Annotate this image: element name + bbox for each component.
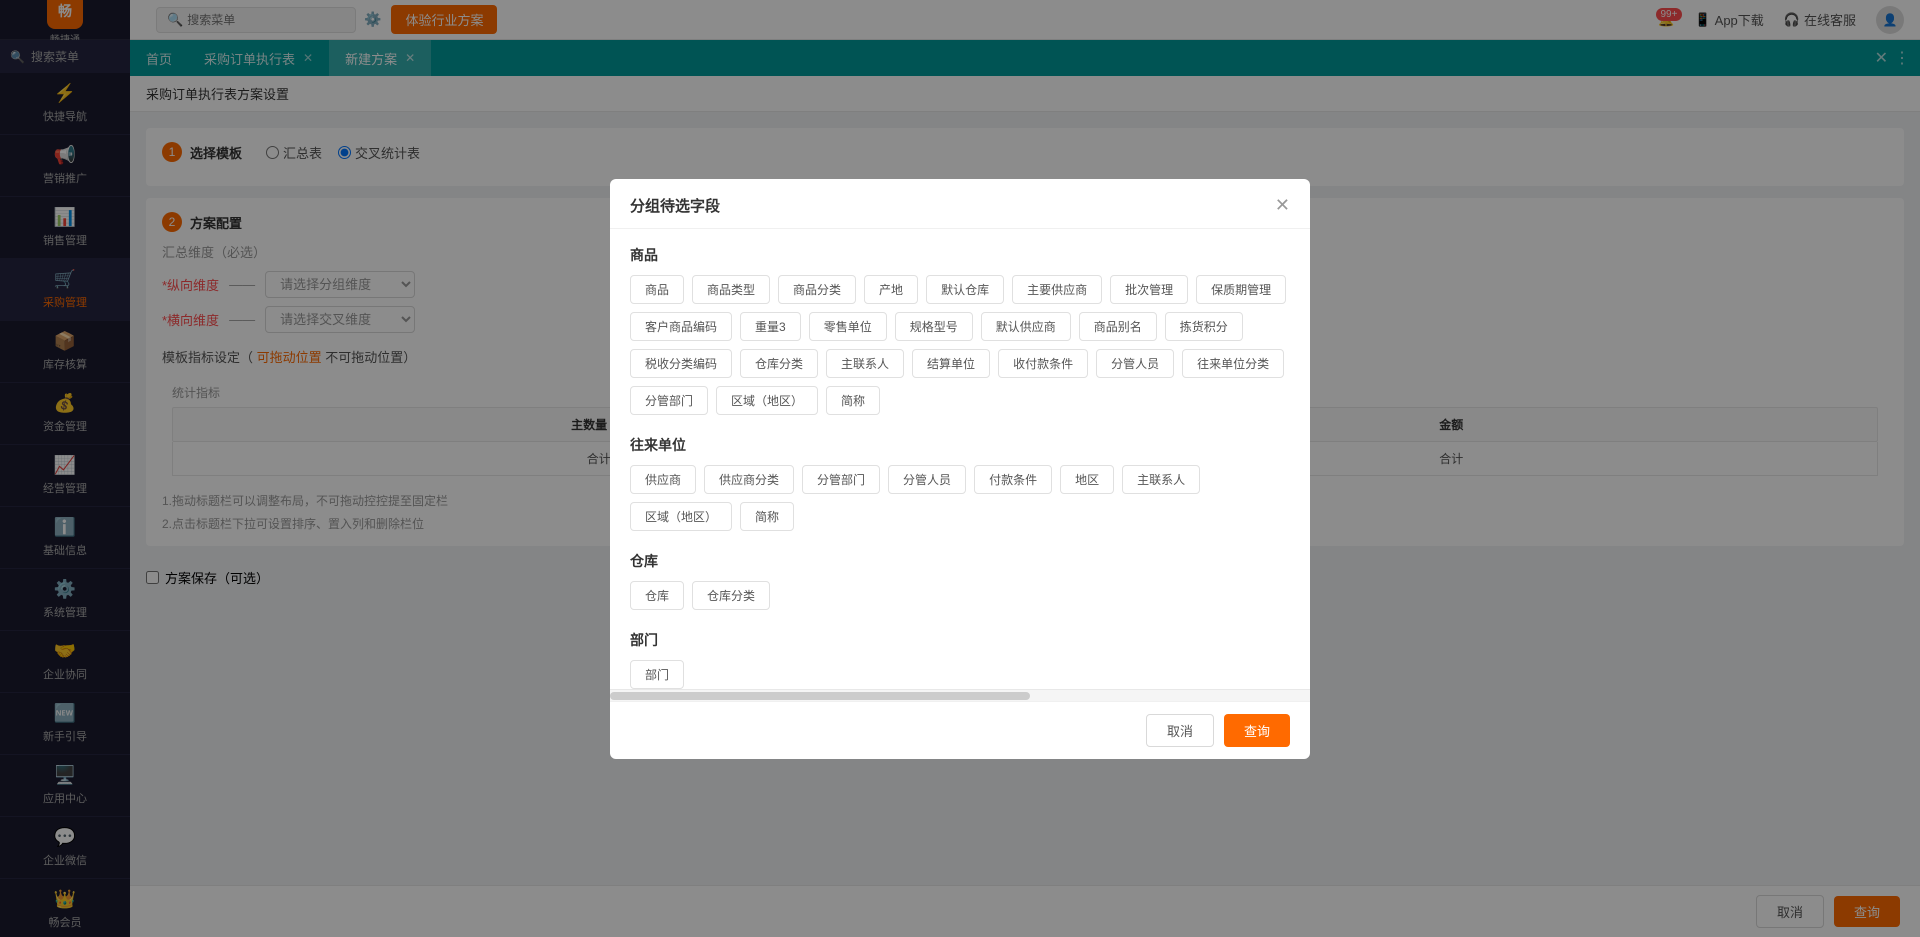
field-group-dept: 部门 部门 — [630, 630, 1290, 689]
field-group-counterpart-title: 往来单位 — [630, 435, 1290, 455]
field-chip[interactable]: 部门 — [630, 660, 684, 689]
field-chip[interactable]: 商品类型 — [692, 275, 770, 304]
field-chip[interactable]: 商品别名 — [1079, 312, 1157, 341]
field-chip[interactable]: 分管部门 — [802, 465, 880, 494]
modal-title: 分组待选字段 — [630, 195, 720, 216]
field-chip[interactable]: 客户商品编码 — [630, 312, 732, 341]
field-chip[interactable]: 主联系人 — [826, 349, 904, 378]
field-chip[interactable]: 批次管理 — [1110, 275, 1188, 304]
modal-hscroll-thumb — [610, 692, 1030, 700]
field-chip[interactable]: 规格型号 — [895, 312, 973, 341]
field-chip[interactable]: 重量3 — [740, 312, 801, 341]
field-chips-goods: 商品 商品类型 商品分类 产地 默认仓库 主要供应商 批次管理 保质期管理 客户… — [630, 275, 1290, 415]
field-chip[interactable]: 分管部门 — [630, 386, 708, 415]
field-chip[interactable]: 产地 — [864, 275, 918, 304]
field-chip[interactable]: 仓库 — [630, 581, 684, 610]
field-chips-dept: 部门 — [630, 660, 1290, 689]
field-chip[interactable]: 区域（地区） — [630, 502, 732, 531]
field-chip[interactable]: 默认仓库 — [926, 275, 1004, 304]
field-chip[interactable]: 主要供应商 — [1012, 275, 1102, 304]
field-chip[interactable]: 商品 — [630, 275, 684, 304]
field-select-modal: 分组待选字段 ✕ 商品 商品 商品类型 商品分类 产地 默认仓库 主要供应商 批… — [610, 179, 1310, 759]
modal-body[interactable]: 商品 商品 商品类型 商品分类 产地 默认仓库 主要供应商 批次管理 保质期管理… — [610, 229, 1310, 689]
modal-horizontal-scrollbar[interactable] — [610, 689, 1310, 701]
modal-confirm-btn[interactable]: 查询 — [1224, 714, 1290, 747]
field-group-warehouse: 仓库 仓库 仓库分类 — [630, 551, 1290, 610]
field-chip[interactable]: 分管人员 — [1096, 349, 1174, 378]
field-group-dept-title: 部门 — [630, 630, 1290, 650]
field-chip[interactable]: 拣货积分 — [1165, 312, 1243, 341]
modal-overlay: 分组待选字段 ✕ 商品 商品 商品类型 商品分类 产地 默认仓库 主要供应商 批… — [0, 0, 1920, 937]
field-chip[interactable]: 商品分类 — [778, 275, 856, 304]
field-chips-warehouse: 仓库 仓库分类 — [630, 581, 1290, 610]
field-chip[interactable]: 区域（地区） — [716, 386, 818, 415]
field-chip[interactable]: 保质期管理 — [1196, 275, 1286, 304]
field-chip[interactable]: 收付款条件 — [998, 349, 1088, 378]
field-chip[interactable]: 仓库分类 — [740, 349, 818, 378]
modal-footer: 取消 查询 — [610, 701, 1310, 759]
field-chip[interactable]: 主联系人 — [1122, 465, 1200, 494]
modal-header: 分组待选字段 ✕ — [610, 179, 1310, 229]
field-group-goods: 商品 商品 商品类型 商品分类 产地 默认仓库 主要供应商 批次管理 保质期管理… — [630, 245, 1290, 415]
field-chip[interactable]: 税收分类编码 — [630, 349, 732, 378]
field-chip[interactable]: 默认供应商 — [981, 312, 1071, 341]
field-chip[interactable]: 供应商 — [630, 465, 696, 494]
field-chip[interactable]: 简称 — [826, 386, 880, 415]
modal-cancel-btn[interactable]: 取消 — [1146, 714, 1214, 747]
field-chip[interactable]: 供应商分类 — [704, 465, 794, 494]
field-chips-counterpart: 供应商 供应商分类 分管部门 分管人员 付款条件 地区 主联系人 区域（地区） … — [630, 465, 1290, 531]
field-chip[interactable]: 零售单位 — [809, 312, 887, 341]
modal-close-btn[interactable]: ✕ — [1275, 196, 1290, 214]
field-chip[interactable]: 分管人员 — [888, 465, 966, 494]
field-chip[interactable]: 付款条件 — [974, 465, 1052, 494]
field-chip[interactable]: 地区 — [1060, 465, 1114, 494]
field-chip[interactable]: 结算单位 — [912, 349, 990, 378]
field-chip[interactable]: 仓库分类 — [692, 581, 770, 610]
field-group-goods-title: 商品 — [630, 245, 1290, 265]
field-group-warehouse-title: 仓库 — [630, 551, 1290, 571]
field-chip[interactable]: 简称 — [740, 502, 794, 531]
field-chip[interactable]: 往来单位分类 — [1182, 349, 1284, 378]
field-group-counterpart: 往来单位 供应商 供应商分类 分管部门 分管人员 付款条件 地区 主联系人 区域… — [630, 435, 1290, 531]
